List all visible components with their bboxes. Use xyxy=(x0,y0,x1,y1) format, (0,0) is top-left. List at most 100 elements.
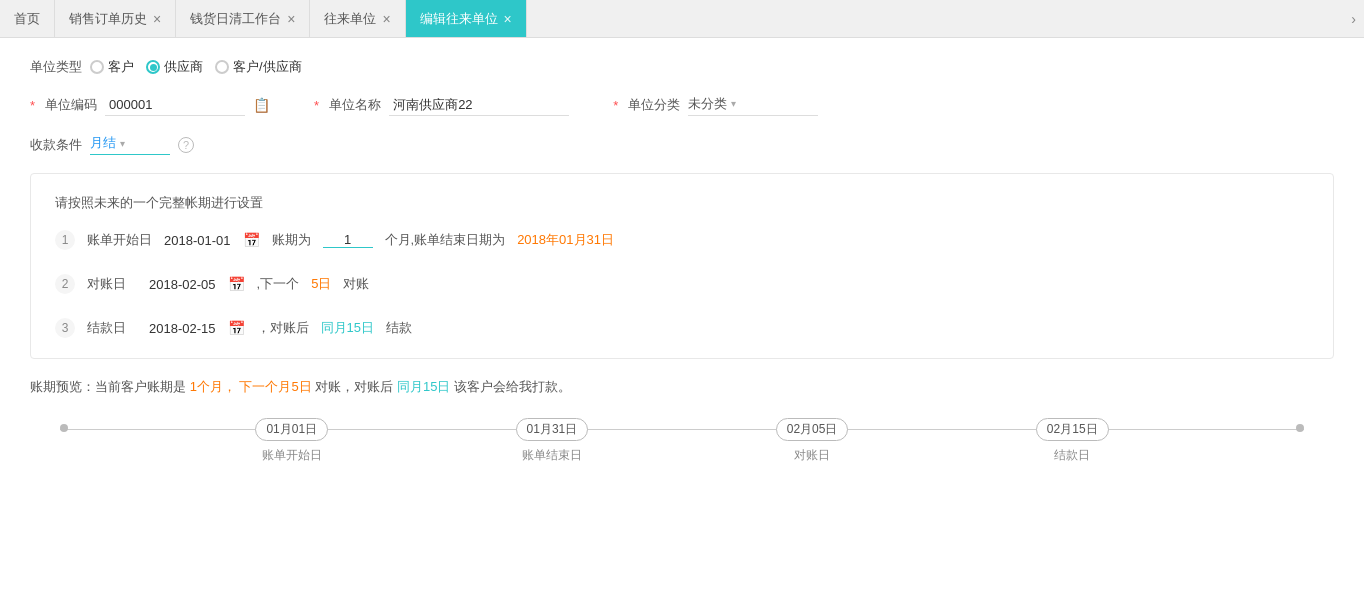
timeline-section: 01月01日 账单开始日 01月31日 账单结束日 02月05日 对账日 02月… xyxy=(30,418,1334,464)
payment-condition-value: 月结 xyxy=(90,134,116,152)
tab-cash-work-close[interactable]: × xyxy=(287,12,295,26)
period-row-2: 2 对账日 2018-02-05 📅 ,下一个 5日 对账 xyxy=(55,274,1309,294)
timeline-node-1-label: 账单开始日 xyxy=(262,447,322,464)
period-payment-date: 2018-02-15 xyxy=(149,321,216,336)
unit-code-input[interactable] xyxy=(105,94,245,116)
unit-category-value: 未分类 xyxy=(688,95,727,113)
period-reconcile-calendar[interactable]: 📅 xyxy=(228,276,245,292)
period-row-3-num: 3 xyxy=(55,318,75,338)
unit-category-select[interactable]: 未分类 ▾ xyxy=(688,95,818,116)
period-payment-calendar[interactable]: 📅 xyxy=(228,320,245,336)
tab-cash-work-label: 钱货日清工作台 xyxy=(190,10,281,28)
unit-code-label: 单位编码 xyxy=(45,96,97,114)
period-row-2-prefix: ,下一个 xyxy=(257,275,300,293)
unit-type-row: 单位类型 客户 供应商 客户/供应商 xyxy=(30,58,1334,76)
tab-partner-units-label: 往来单位 xyxy=(324,10,376,28)
payment-condition-row: 收款条件 月结 ▾ ? xyxy=(30,134,1334,155)
preview-part1: 1个月， xyxy=(190,379,236,394)
tab-edit-partner[interactable]: 编辑往来单位 × xyxy=(406,0,527,37)
preview-section: 账期预览：当前客户账期是 1个月， 下一个月5日 对账，对账后 同月15日 该客… xyxy=(30,375,1334,398)
unit-type-item: 单位类型 客户 供应商 客户/供应商 xyxy=(30,58,302,76)
period-months-input[interactable] xyxy=(323,232,373,248)
timeline-node-1: 01月01日 账单开始日 xyxy=(255,418,328,464)
period-row-2-highlight: 5日 xyxy=(311,275,331,293)
radio-both-circle xyxy=(215,60,229,74)
timeline-right-endpoint xyxy=(1296,424,1304,432)
unit-code-item: * 单位编码 📋 xyxy=(30,94,270,116)
radio-both[interactable]: 客户/供应商 xyxy=(215,58,302,76)
period-reconcile-date: 2018-02-05 xyxy=(149,277,216,292)
timeline-right-dot xyxy=(1296,424,1304,432)
period-row-1-num: 1 xyxy=(55,230,75,250)
period-row-3-suffix: 结款 xyxy=(386,319,412,337)
period-title: 请按照未来的一个完整帐期进行设置 xyxy=(55,194,1309,212)
timeline-node-4: 02月15日 结款日 xyxy=(1036,418,1109,464)
unit-category-chevron: ▾ xyxy=(731,98,736,109)
unit-name-label: 单位名称 xyxy=(329,96,381,114)
tabs-more-arrow[interactable]: › xyxy=(1343,0,1364,37)
help-icon[interactable]: ? xyxy=(178,137,194,153)
period-row-3-highlight: 同月15日 xyxy=(321,319,374,337)
payment-condition-select[interactable]: 月结 ▾ xyxy=(90,134,170,155)
timeline-left-endpoint xyxy=(60,424,68,432)
radio-customer[interactable]: 客户 xyxy=(90,58,134,76)
tab-sales-history-close[interactable]: × xyxy=(153,12,161,26)
unit-type-label: 单位类型 xyxy=(30,58,82,76)
period-row-3: 3 结款日 2018-02-15 📅 ，对账后 同月15日 结款 xyxy=(55,318,1309,338)
timeline-node-2-date: 01月31日 xyxy=(516,418,589,441)
unit-category-label: 单位分类 xyxy=(628,96,680,114)
radio-customer-circle xyxy=(90,60,104,74)
tab-edit-partner-label: 编辑往来单位 xyxy=(420,10,498,28)
period-row-2-suffix: 对账 xyxy=(343,275,369,293)
unit-info-row: * 单位编码 📋 * 单位名称 * 单位分类 未分类 ▾ xyxy=(30,94,1334,116)
tabs-bar: 首页 销售订单历史 × 钱货日清工作台 × 往来单位 × 编辑往来单位 × › xyxy=(0,0,1364,38)
radio-supplier-label: 供应商 xyxy=(164,58,203,76)
payment-condition-label: 收款条件 xyxy=(30,136,82,154)
radio-supplier[interactable]: 供应商 xyxy=(146,58,203,76)
tab-partner-units-close[interactable]: × xyxy=(382,12,390,26)
unit-category-item: * 单位分类 未分类 ▾ xyxy=(613,95,818,116)
unit-name-input[interactable] xyxy=(389,94,569,116)
period-row-3-prefix: ，对账后 xyxy=(257,319,309,337)
period-row-1-label: 账单开始日 xyxy=(87,231,152,249)
preview-middle: 对账，对账后 xyxy=(315,379,393,394)
timeline-node-2-label: 账单结束日 xyxy=(522,447,582,464)
tab-home[interactable]: 首页 xyxy=(0,0,55,37)
unit-code-icon[interactable]: 📋 xyxy=(253,97,270,113)
period-row-1-mid-label: 账期为 xyxy=(272,231,311,249)
tab-sales-history-label: 销售订单历史 xyxy=(69,10,147,28)
period-settings-box: 请按照未来的一个完整帐期进行设置 1 账单开始日 2018-01-01 📅 账期… xyxy=(30,173,1334,359)
tab-edit-partner-close[interactable]: × xyxy=(504,12,512,26)
timeline-node-3-label: 对账日 xyxy=(794,447,830,464)
timeline-node-4-date: 02月15日 xyxy=(1036,418,1109,441)
radio-both-label: 客户/供应商 xyxy=(233,58,302,76)
period-end-date-highlight: 2018年01月31日 xyxy=(517,231,614,249)
timeline-node-3-date: 02月05日 xyxy=(776,418,849,441)
unit-type-radio-group: 客户 供应商 客户/供应商 xyxy=(90,58,302,76)
radio-customer-label: 客户 xyxy=(108,58,134,76)
period-row-2-num: 2 xyxy=(55,274,75,294)
timeline-left-dot xyxy=(60,424,68,432)
period-row-2-label: 对账日 xyxy=(87,275,137,293)
timeline-node-4-label: 结款日 xyxy=(1054,447,1090,464)
preview-part2: 下一个月5日 xyxy=(239,379,311,394)
preview-prefix: 账期预览：当前客户账期是 xyxy=(30,379,186,394)
preview-suffix: 该客户会给我打款。 xyxy=(454,379,571,394)
tab-partner-units[interactable]: 往来单位 × xyxy=(310,0,405,37)
preview-part3: 同月15日 xyxy=(397,379,450,394)
period-row-1-suffix: 个月,账单结束日期为 xyxy=(385,231,506,249)
tab-cash-work[interactable]: 钱货日清工作台 × xyxy=(176,0,310,37)
payment-condition-item: 收款条件 月结 ▾ ? xyxy=(30,134,194,155)
tab-home-label: 首页 xyxy=(14,10,40,28)
period-row-3-label: 结款日 xyxy=(87,319,137,337)
radio-supplier-circle xyxy=(146,60,160,74)
page-content: 单位类型 客户 供应商 客户/供应商 * 单位编码 xyxy=(0,38,1364,608)
payment-condition-chevron: ▾ xyxy=(120,138,125,149)
period-start-calendar[interactable]: 📅 xyxy=(243,232,260,248)
timeline-nodes: 01月01日 账单开始日 01月31日 账单结束日 02月05日 对账日 02月… xyxy=(50,418,1314,464)
unit-name-item: * 单位名称 xyxy=(314,94,569,116)
timeline-node-1-date: 01月01日 xyxy=(255,418,328,441)
timeline-node-3: 02月05日 对账日 xyxy=(776,418,849,464)
period-start-date: 2018-01-01 xyxy=(164,233,231,248)
tab-sales-history[interactable]: 销售订单历史 × xyxy=(55,0,176,37)
